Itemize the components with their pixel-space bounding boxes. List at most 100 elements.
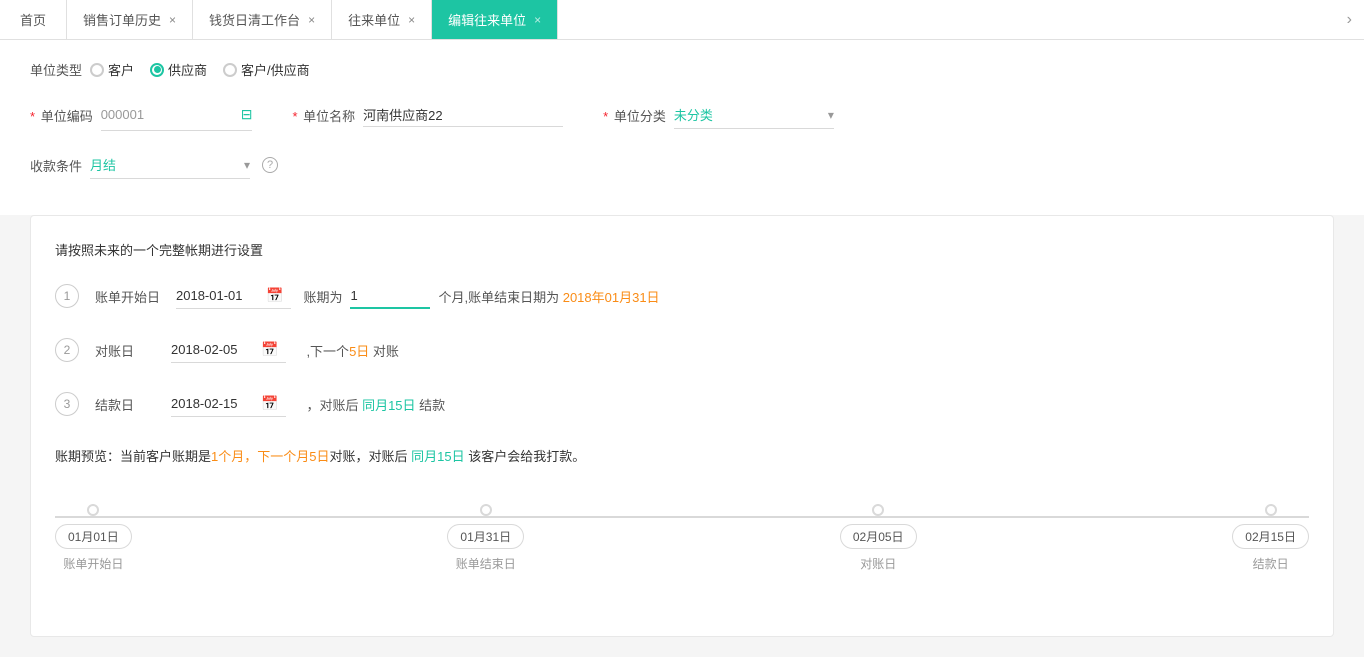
arrow-right-icon: › <box>1347 11 1352 29</box>
unit-name-input[interactable] <box>363 103 563 127</box>
timeline-point-3: 02月15日 结款日 <box>1232 504 1309 572</box>
radio-both-label: 客户/供应商 <box>241 60 310 79</box>
radio-both-circle <box>223 63 237 77</box>
unit-category-label: * 单位分类 <box>603 106 666 125</box>
row-3-label: 结款日 <box>95 395 155 414</box>
preview-payment: 同月15日 <box>411 449 464 464</box>
unit-info-row: * 单位编码 ⊟ * 单位名称 * 单位分类 未分类 ▾ <box>30 99 1334 131</box>
timeline-box-1: 01月31日 <box>447 524 524 549</box>
row-2-date-wrap: 📅 <box>171 337 286 363</box>
row-2-suffix-highlight: 5日 <box>349 344 369 359</box>
row-2-date-input[interactable] <box>171 342 261 357</box>
unit-category-select[interactable]: 未分类 ▾ <box>674 101 834 129</box>
timeline-box-0: 01月01日 <box>55 524 132 549</box>
timeline-dot-3 <box>1265 504 1277 516</box>
unit-category-field: * 单位分类 未分类 ▾ <box>603 101 834 129</box>
top-form: 单位类型 客户 供应商 客户/供应商 * 单位编码 <box>0 40 1364 215</box>
payment-terms-field: 收款条件 月结 ▾ ? <box>30 151 278 179</box>
row-1-label: 账单开始日 <box>95 287 160 306</box>
row-3-date-input[interactable] <box>171 396 261 411</box>
timeline-label-2: 对账日 <box>860 555 896 572</box>
preview-label: 账期预览：当前客户账期是 <box>55 449 211 464</box>
row-2-suffix: ,下一个5日 对账 <box>306 341 399 360</box>
tab-sales-history[interactable]: 销售订单历史 × <box>67 0 193 39</box>
row-3-calendar-icon[interactable]: 📅 <box>261 395 278 412</box>
unit-category-star: * <box>603 109 608 124</box>
card-title: 请按照未来的一个完整帐期进行设置 <box>55 240 1309 259</box>
row-number-3: 3 <box>55 392 79 416</box>
radio-both[interactable]: 客户/供应商 <box>223 60 310 79</box>
unit-category-chevron: ▾ <box>828 108 834 122</box>
timeline-box-3: 02月15日 <box>1232 524 1309 549</box>
timeline-label-1: 账单结束日 <box>456 555 516 572</box>
tab-sales-history-close[interactable]: × <box>169 13 176 27</box>
settings-row-2: 2 对账日 📅 ,下一个5日 对账 <box>55 337 1309 363</box>
payment-terms-row: 收款条件 月结 ▾ ? <box>30 151 1334 179</box>
row-3-suffix: ，对账后 同月15日 结款 <box>306 395 445 414</box>
tab-cash-workbench-label: 钱货日清工作台 <box>209 10 300 29</box>
unit-code-input[interactable] <box>101 103 241 126</box>
unit-name-field: * 单位名称 <box>292 103 563 127</box>
row-3-suffix-highlight: 同月15日 <box>362 398 415 413</box>
radio-supplier-circle <box>150 63 164 77</box>
unit-code-field: * 单位编码 ⊟ <box>30 99 252 131</box>
tab-cash-workbench[interactable]: 钱货日清工作台 × <box>193 0 332 39</box>
timeline-dot-0 <box>87 504 99 516</box>
preview-mid: 对账，对账后 <box>329 449 407 464</box>
unit-code-label: * 单位编码 <box>30 106 93 125</box>
row-1-period-input[interactable] <box>350 284 430 309</box>
radio-customer-label: 客户 <box>108 60 134 79</box>
row-2-calendar-icon[interactable]: 📅 <box>261 341 278 358</box>
row-2-label: 对账日 <box>95 341 155 360</box>
tab-cash-workbench-close[interactable]: × <box>308 13 315 27</box>
unit-code-star: * <box>30 109 35 124</box>
radio-customer-circle <box>90 63 104 77</box>
tab-bar: 首页 销售订单历史 × 钱货日清工作台 × 往来单位 × 编辑往来单位 × › <box>0 0 1364 40</box>
payment-terms-help-icon[interactable]: ? <box>262 157 278 173</box>
row-3-date-wrap: 📅 <box>171 391 286 417</box>
tab-edit-counterpart-close[interactable]: × <box>534 13 541 27</box>
tab-counterpart-close[interactable]: × <box>408 13 415 27</box>
radio-customer[interactable]: 客户 <box>90 60 134 79</box>
row-1-date-wrap: 📅 <box>176 283 291 309</box>
row-1-period-end: 2018年01月31日 <box>563 290 660 305</box>
row-1-period-unit: 个月,账单结束日期为 2018年01月31日 <box>438 287 659 306</box>
timeline-box-2: 02月05日 <box>840 524 917 549</box>
preview-1-month: 1个月， <box>211 449 257 464</box>
payment-terms-value: 月结 <box>90 155 116 174</box>
timeline-points: 01月01日 账单开始日 01月31日 账单结束日 02月05日 对账日 02月… <box>55 504 1309 572</box>
tab-home-label: 首页 <box>20 10 46 29</box>
row-number-2: 2 <box>55 338 79 362</box>
row-1-period-label: 账期为 <box>303 287 342 306</box>
tab-counterpart[interactable]: 往来单位 × <box>332 0 432 39</box>
row-number-1: 1 <box>55 284 79 308</box>
payment-terms-label: 收款条件 <box>30 156 82 175</box>
tab-home[interactable]: 首页 <box>0 0 67 39</box>
unit-type-field: 单位类型 客户 供应商 客户/供应商 <box>30 60 310 79</box>
unit-code-copy-icon[interactable]: ⊟ <box>241 106 253 123</box>
timeline: 01月01日 账单开始日 01月31日 账单结束日 02月05日 对账日 02月… <box>55 488 1309 612</box>
preview-end: 该客户会给我打款。 <box>468 449 585 464</box>
row-1-date-input[interactable] <box>176 288 266 303</box>
settings-row-3: 3 结款日 📅 ，对账后 同月15日 结款 <box>55 391 1309 417</box>
settings-card: 请按照未来的一个完整帐期进行设置 1 账单开始日 📅 账期为 个月,账单结束日期… <box>30 215 1334 637</box>
unit-code-input-wrap: ⊟ <box>101 99 253 131</box>
timeline-label-0: 账单开始日 <box>63 555 123 572</box>
preview-text: 账期预览：当前客户账期是1个月，下一个月5日对账，对账后 同月15日 该客户会给… <box>55 445 1309 468</box>
payment-terms-chevron: ▾ <box>244 158 250 172</box>
timeline-dot-1 <box>480 504 492 516</box>
tab-edit-counterpart-label: 编辑往来单位 <box>448 10 526 29</box>
timeline-label-3: 结款日 <box>1253 555 1289 572</box>
tab-counterpart-label: 往来单位 <box>348 10 400 29</box>
tab-edit-counterpart[interactable]: 编辑往来单位 × <box>432 0 558 39</box>
timeline-dot-2 <box>872 504 884 516</box>
unit-type-radio-group: 客户 供应商 客户/供应商 <box>90 60 310 79</box>
timeline-point-0: 01月01日 账单开始日 <box>55 504 132 572</box>
payment-terms-select[interactable]: 月结 ▾ <box>90 151 250 179</box>
tab-sales-history-label: 销售订单历史 <box>83 10 161 29</box>
unit-type-row: 单位类型 客户 供应商 客户/供应商 <box>30 60 1334 79</box>
radio-supplier[interactable]: 供应商 <box>150 60 207 79</box>
radio-supplier-label: 供应商 <box>168 60 207 79</box>
tab-scroll-right[interactable]: › <box>1335 0 1364 39</box>
row-1-calendar-icon[interactable]: 📅 <box>266 287 283 304</box>
